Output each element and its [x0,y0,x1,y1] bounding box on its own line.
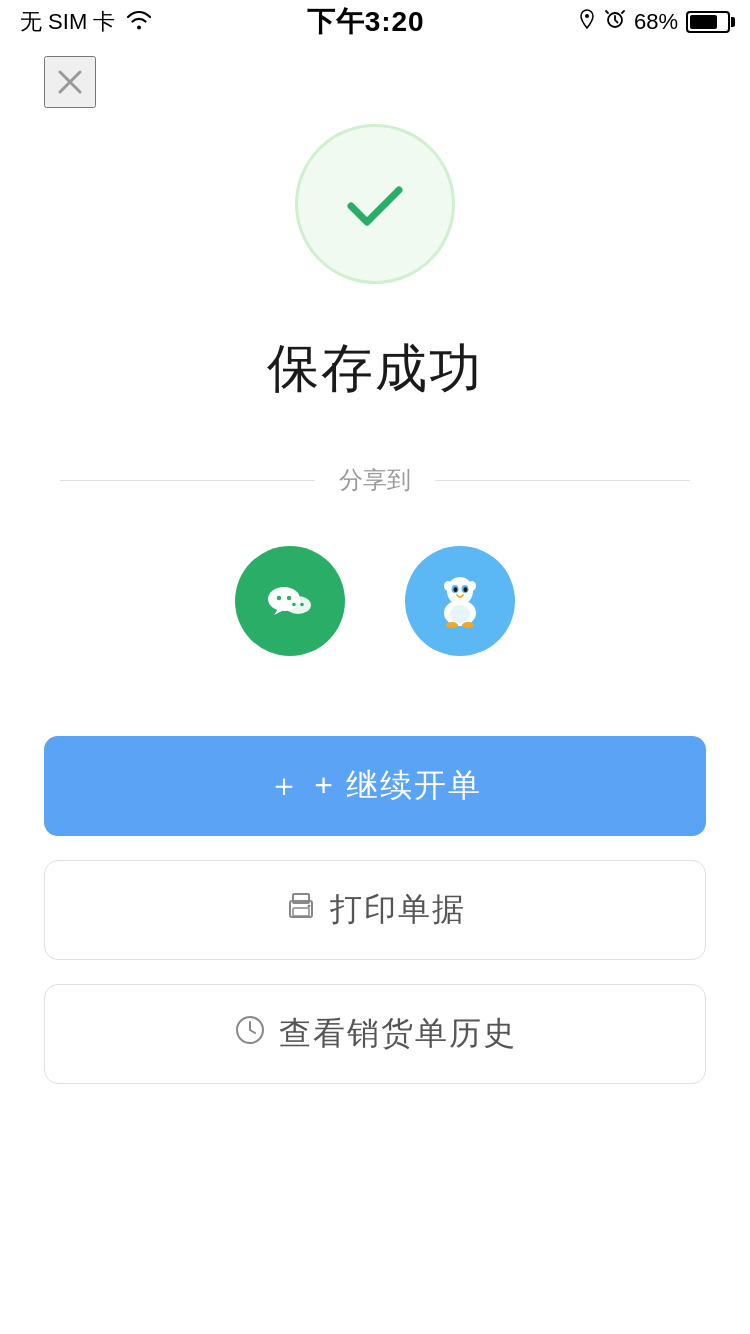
qq-share-button[interactable] [405,546,515,656]
svg-point-0 [585,14,589,18]
printer-icon [284,890,318,930]
location-icon [578,9,596,35]
share-label: 分享到 [315,464,435,496]
history-icon [233,1013,267,1055]
status-time: 下午3:20 [307,3,425,41]
divider-line-left [60,480,315,481]
svg-rect-21 [293,908,309,916]
status-bar: 无 SIM 卡 下午3:20 68% [0,0,750,44]
svg-point-4 [277,596,281,600]
share-divider: 分享到 [0,464,750,496]
history-label: 查看销货单历史 [279,1012,517,1056]
status-right: 68% [578,8,730,36]
svg-point-17 [444,581,452,591]
svg-point-6 [292,603,296,607]
close-button[interactable] [44,56,96,108]
success-circle [295,124,455,284]
qq-icon [428,569,492,633]
svg-point-7 [300,603,304,607]
status-left: 无 SIM 卡 [20,7,153,37]
alarm-icon [604,8,626,36]
wechat-icon [258,569,322,633]
print-button[interactable]: 打印单据 [44,860,706,960]
continue-order-button[interactable]: ＋ + 继续开单 [44,736,706,836]
divider-line-right [435,480,690,481]
svg-point-12 [464,587,468,592]
svg-point-14 [450,605,470,623]
battery-icon [686,11,730,33]
no-sim-text: 无 SIM 卡 [20,7,115,37]
share-icons-row [235,546,515,656]
history-button[interactable]: 查看销货单历史 [44,984,706,1084]
svg-point-18 [468,581,476,591]
svg-point-15 [446,622,458,628]
main-content: 保存成功 分享到 [0,44,750,1084]
svg-point-5 [287,596,291,600]
continue-order-label: + 继续开单 [314,764,482,808]
svg-point-11 [454,587,458,592]
wechat-share-button[interactable] [235,546,345,656]
action-buttons: ＋ + 继续开单 打印单据 查看销货单历史 [0,736,750,1084]
wifi-icon [125,8,153,36]
success-title: 保存成功 [267,334,483,404]
battery-percent: 68% [634,9,678,35]
checkmark-icon [335,164,415,244]
plus-icon: ＋ [268,764,302,808]
close-icon [52,64,88,100]
print-label: 打印单据 [330,888,466,932]
svg-point-22 [308,905,311,908]
svg-point-16 [462,622,474,628]
